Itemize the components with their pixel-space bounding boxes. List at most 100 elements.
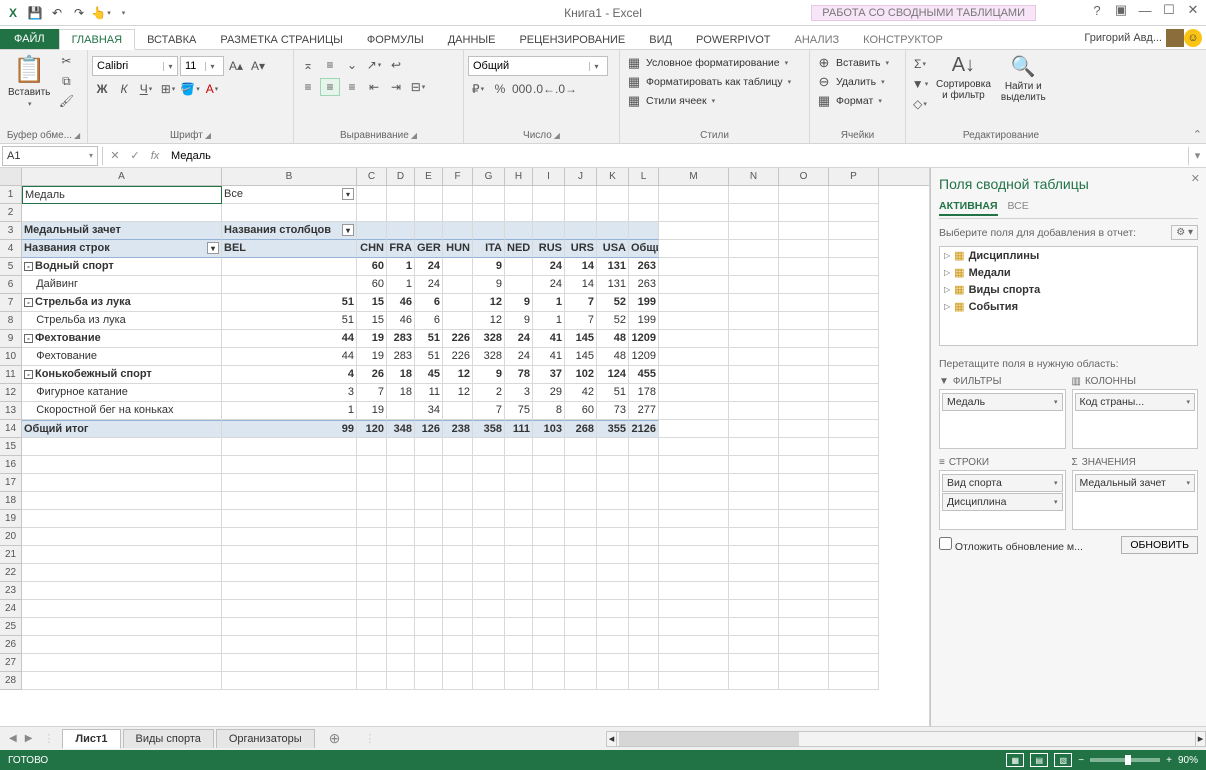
- cell[interactable]: 48: [597, 348, 629, 366]
- cell[interactable]: 263: [629, 258, 659, 276]
- cell[interactable]: 1: [387, 276, 415, 294]
- cell[interactable]: [443, 186, 473, 204]
- field-list[interactable]: ▷▦Дисциплины▷▦Медали▷▦Виды спорта▷▦Событ…: [939, 246, 1198, 346]
- cell[interactable]: 131: [597, 258, 629, 276]
- cell[interactable]: [505, 564, 533, 582]
- cell[interactable]: [659, 366, 729, 384]
- cell[interactable]: [443, 564, 473, 582]
- cell[interactable]: [779, 564, 829, 582]
- cell[interactable]: [659, 654, 729, 672]
- cell[interactable]: [729, 456, 779, 474]
- cell[interactable]: [565, 510, 597, 528]
- cell[interactable]: [629, 474, 659, 492]
- cell[interactable]: [597, 582, 629, 600]
- cell[interactable]: [659, 600, 729, 618]
- cell[interactable]: [597, 510, 629, 528]
- cell[interactable]: 73: [597, 402, 629, 420]
- cell[interactable]: 24: [505, 330, 533, 348]
- cell[interactable]: [222, 438, 357, 456]
- zoom-out-icon[interactable]: −: [1078, 755, 1084, 766]
- cell[interactable]: [505, 618, 533, 636]
- cell[interactable]: 1: [533, 294, 565, 312]
- column-dropdown-icon[interactable]: ▾: [342, 224, 354, 236]
- cell[interactable]: [829, 258, 879, 276]
- cell[interactable]: [357, 528, 387, 546]
- italic-button[interactable]: К: [114, 80, 134, 98]
- filter-item-medal[interactable]: Медаль▾: [942, 393, 1063, 411]
- decrease-font-icon[interactable]: A▾: [248, 57, 268, 75]
- cell[interactable]: [222, 510, 357, 528]
- cell[interactable]: [629, 492, 659, 510]
- cell[interactable]: [387, 510, 415, 528]
- cell[interactable]: [443, 438, 473, 456]
- cell[interactable]: 277: [629, 402, 659, 420]
- cell[interactable]: 1: [222, 402, 357, 420]
- cell[interactable]: [222, 456, 357, 474]
- accounting-format-icon[interactable]: ₽▾: [468, 80, 488, 98]
- maximize-icon[interactable]: ☐: [1158, 0, 1180, 20]
- grid[interactable]: 1МедальВсе▾23Медальный зачетНазвания сто…: [0, 186, 929, 726]
- cell[interactable]: [829, 186, 879, 204]
- cell[interactable]: [829, 204, 879, 222]
- cell[interactable]: [729, 294, 779, 312]
- cell[interactable]: 24: [415, 258, 443, 276]
- align-bottom-icon[interactable]: ⌄: [342, 56, 362, 74]
- cell[interactable]: 14: [565, 258, 597, 276]
- decrease-indent-icon[interactable]: ⇤: [364, 78, 384, 96]
- horizontal-scrollbar[interactable]: ◂ ▸: [606, 731, 1206, 747]
- cell[interactable]: [565, 636, 597, 654]
- cell[interactable]: [222, 528, 357, 546]
- cell[interactable]: [629, 204, 659, 222]
- cell[interactable]: Дайвинг: [22, 276, 222, 294]
- cell[interactable]: 120: [357, 420, 387, 438]
- font-launcher-icon[interactable]: ◢: [205, 131, 211, 140]
- cell[interactable]: [222, 276, 357, 294]
- tab-insert[interactable]: ВСТАВКА: [135, 30, 208, 49]
- values-drop-area[interactable]: Медальный зачет▾: [1072, 470, 1199, 530]
- cell[interactable]: [533, 222, 565, 240]
- cell[interactable]: [729, 600, 779, 618]
- cell[interactable]: 45: [415, 366, 443, 384]
- name-box[interactable]: A1▾: [2, 146, 98, 166]
- cell-a1[interactable]: Медаль: [22, 186, 222, 204]
- cell[interactable]: [729, 654, 779, 672]
- tab-nav-prev-icon[interactable]: ◀: [6, 733, 20, 744]
- cell[interactable]: 145: [565, 330, 597, 348]
- cell[interactable]: -Конькобежный спорт: [22, 366, 222, 384]
- cell[interactable]: [565, 492, 597, 510]
- cell[interactable]: URS: [565, 240, 597, 258]
- delete-cells-button[interactable]: ⊖Удалить▾: [814, 73, 887, 91]
- cell[interactable]: 9: [473, 366, 505, 384]
- cell[interactable]: [729, 240, 779, 258]
- cell[interactable]: [659, 546, 729, 564]
- cell[interactable]: [505, 600, 533, 618]
- cell[interactable]: [729, 402, 779, 420]
- collapse-ribbon-icon[interactable]: ⌃: [1193, 128, 1202, 141]
- cell[interactable]: [357, 654, 387, 672]
- autosum-icon[interactable]: Σ▾: [910, 55, 930, 73]
- cell[interactable]: [357, 186, 387, 204]
- row-header[interactable]: 22: [0, 564, 22, 582]
- cell[interactable]: [829, 330, 879, 348]
- cell[interactable]: 51: [415, 348, 443, 366]
- orientation-icon[interactable]: ↗▾: [364, 56, 384, 74]
- cell[interactable]: [597, 186, 629, 204]
- cell[interactable]: Общий итог: [22, 420, 222, 438]
- cell[interactable]: [22, 528, 222, 546]
- update-button[interactable]: ОБНОВИТЬ: [1121, 536, 1198, 554]
- cell[interactable]: 19: [357, 330, 387, 348]
- cell[interactable]: [533, 618, 565, 636]
- row-header[interactable]: 28: [0, 672, 22, 690]
- conditional-formatting-button[interactable]: ▦Условное форматирование▾: [624, 54, 790, 72]
- cell[interactable]: [473, 474, 505, 492]
- cell[interactable]: [779, 312, 829, 330]
- cell[interactable]: [779, 330, 829, 348]
- cell[interactable]: [443, 636, 473, 654]
- cell[interactable]: Фехтование: [22, 348, 222, 366]
- cell[interactable]: [659, 186, 729, 204]
- cell[interactable]: [597, 564, 629, 582]
- zoom-level-label[interactable]: 90%: [1178, 755, 1198, 766]
- cell[interactable]: 1209: [629, 330, 659, 348]
- cell[interactable]: [415, 456, 443, 474]
- cell[interactable]: 9: [505, 294, 533, 312]
